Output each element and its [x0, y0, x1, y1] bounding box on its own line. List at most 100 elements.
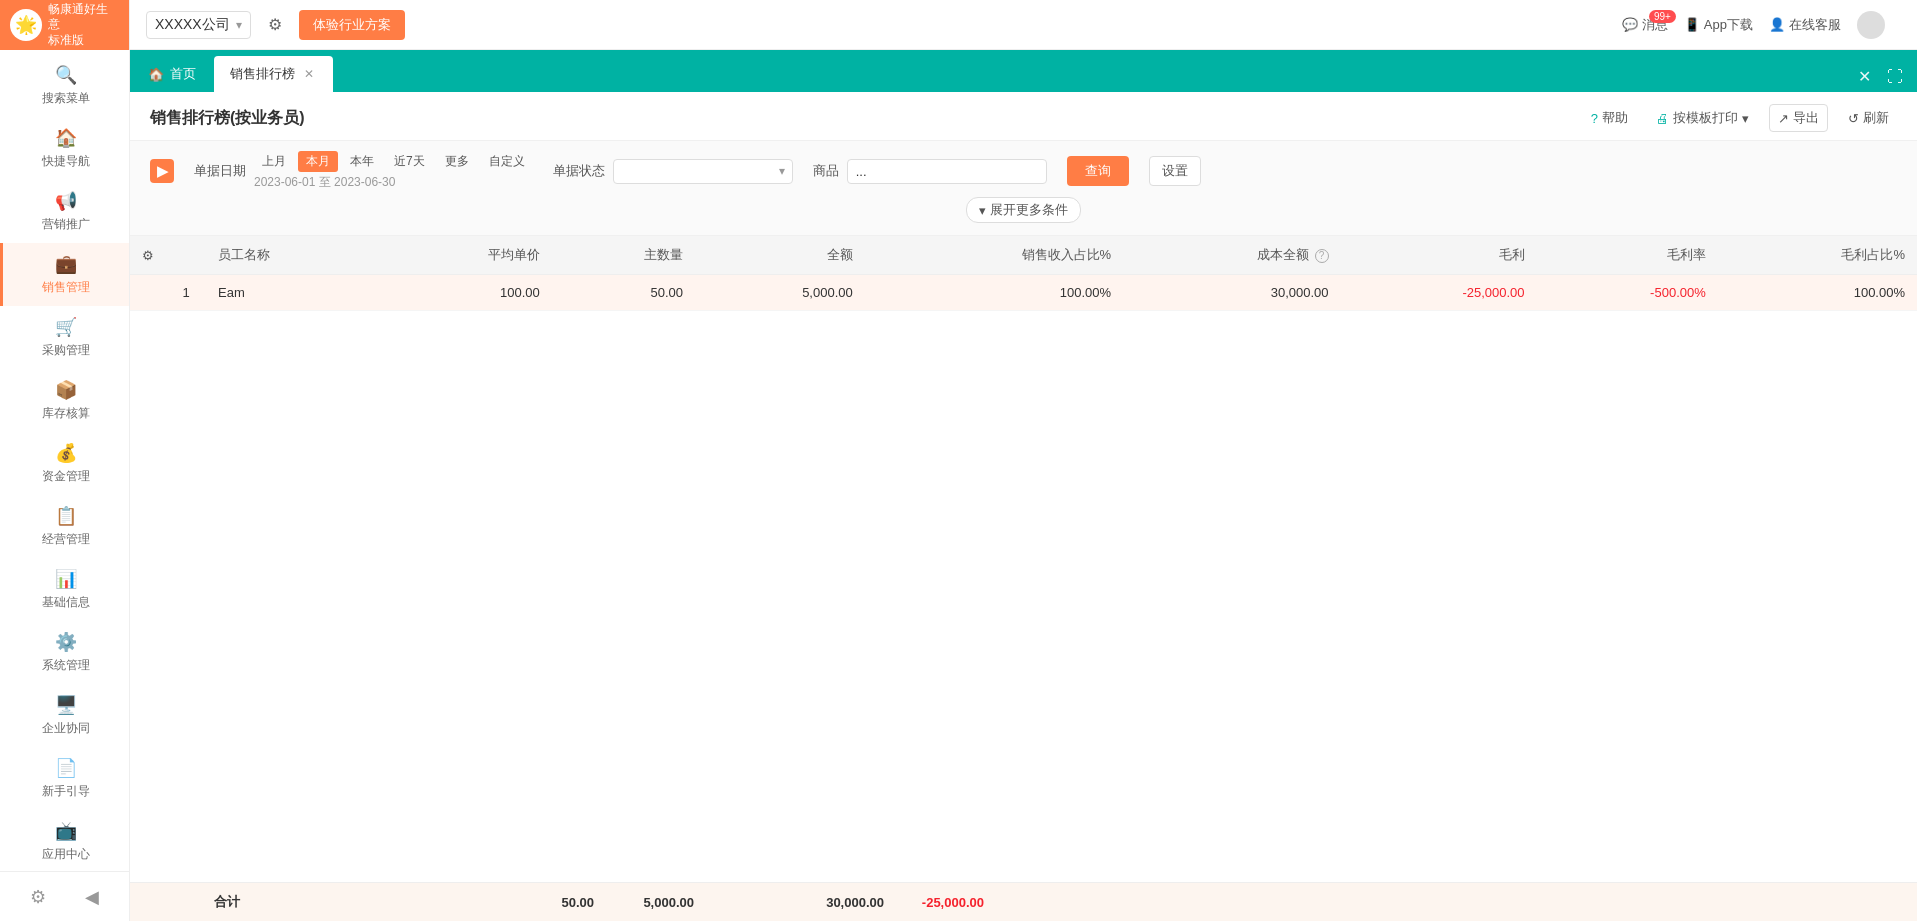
refresh-btn[interactable]: ↺ 刷新	[1840, 105, 1897, 131]
main-content: XXXXX公司 ▾ ⚙ 体验行业方案 💬 消息 99+ 📱 App下载 👤 在线…	[130, 0, 1917, 921]
topbar-settings-btn[interactable]: ⚙	[261, 11, 289, 39]
sidebar-item-3[interactable]: 💼销售管理	[0, 243, 129, 306]
page-settings-btn[interactable]: 设置	[1149, 156, 1201, 186]
row-gross-rate: -500.00%	[1537, 275, 1718, 311]
sidebar-item-icon-9: ⚙️	[55, 631, 77, 653]
filter-status-label: 单据状态	[553, 162, 605, 180]
sidebar-item-4[interactable]: 🛒采购管理	[0, 306, 129, 369]
filter-status-item: 单据状态	[553, 159, 793, 184]
col-avg-price: 平均单价	[379, 236, 552, 275]
content-area: 销售排行榜(按业务员) ? 帮助 🖨 按模板打印 ▾ ↗ 导出	[130, 92, 1917, 921]
filter-collapse-btn[interactable]: ▶	[150, 159, 174, 183]
tabbar-right: ✕ ⛶	[1854, 65, 1917, 92]
cost-hint-icon[interactable]: ?	[1315, 249, 1329, 263]
footer-gross: -25,000.00	[884, 895, 984, 910]
row-amount: 5,000.00	[695, 275, 865, 311]
company-chevron-icon: ▾	[236, 18, 242, 32]
filter-area: ▶ 单据日期 上月 本月 本年 近7天 更多 自定义	[130, 141, 1917, 236]
sidebar-item-icon-1: 🏠	[55, 127, 77, 149]
sidebar-item-6[interactable]: 💰 资金管理	[0, 432, 129, 495]
filter-row: ▶ 单据日期 上月 本月 本年 近7天 更多 自定义	[150, 151, 1897, 191]
sidebar-item-label-7: 经营管理	[42, 531, 90, 548]
company-selector[interactable]: XXXXX公司 ▾	[146, 11, 251, 39]
tab-sales-ranking[interactable]: 销售排行榜 ✕	[214, 56, 333, 92]
row-settings	[130, 275, 166, 311]
sidebar-item-icon-3: 💼	[55, 253, 77, 275]
date-options: 上月 本月 本年 近7天 更多 自定义	[254, 151, 533, 172]
col-rank	[166, 236, 206, 275]
sidebar-logo: 🌟 畅康通好生意 标准版	[0, 0, 129, 50]
refresh-icon: ↺	[1848, 111, 1859, 126]
sidebar-item-label-6: 资金管理	[42, 468, 90, 485]
date-year[interactable]: 本年	[342, 151, 382, 172]
industry-btn[interactable]: 体验行业方案	[299, 10, 405, 40]
footer-amount: 5,000.00	[594, 895, 694, 910]
tabbar-close-all-btn[interactable]: ✕	[1854, 65, 1875, 88]
sidebar-item-label-12: 应用中心	[42, 846, 90, 863]
help-btn[interactable]: ? 帮助	[1583, 105, 1636, 131]
sidebar-collapse-btn[interactable]: ◀	[81, 882, 103, 912]
table-header-row: ⚙ 员工名称 平均单价 主数量 全额 销售收入占比% 成本全额 ? 毛利	[130, 236, 1917, 275]
messages-btn[interactable]: 💬 消息 99+	[1622, 16, 1668, 34]
app-download-icon: 📱	[1684, 17, 1700, 32]
goods-input[interactable]	[847, 159, 1047, 184]
row-gross: -25,000.00	[1341, 275, 1537, 311]
row-sales-pct: 100.00%	[865, 275, 1123, 311]
date-prev-month[interactable]: 上月	[254, 151, 294, 172]
help-icon: ?	[1591, 111, 1598, 126]
avatar	[1857, 11, 1885, 39]
sidebar: 🌟 畅康通好生意 标准版 🔍搜索菜单 🏠 快捷导航 📢营销推广💼销售管理🛒采购管理📦库…	[0, 0, 130, 921]
tab-close-btn[interactable]: ✕	[301, 66, 317, 82]
sidebar-item-label-0: 搜索菜单	[42, 90, 90, 107]
col-cost: 成本全额 ?	[1123, 236, 1341, 275]
query-btn[interactable]: 查询	[1067, 156, 1129, 186]
sidebar-item-label-9: 系统管理	[42, 657, 90, 674]
sidebar-item-2[interactable]: 📢营销推广	[0, 180, 129, 243]
messages-badge: 99+	[1649, 10, 1676, 23]
table-footer: 合计 50.00 5,000.00 30,000.00 -25,000.00	[130, 882, 1917, 921]
expand-more-btn[interactable]: ▾ 展开更多条件	[966, 197, 1081, 223]
col-amount: 全额	[695, 236, 865, 275]
status-select[interactable]	[613, 159, 793, 184]
row-rank: 1	[166, 275, 206, 311]
page-actions: ? 帮助 🖨 按模板打印 ▾ ↗ 导出 ↺ 刷新	[1583, 104, 1897, 132]
filter-date-label: 单据日期	[194, 162, 246, 180]
sidebar-item-11[interactable]: 📄新手引导	[0, 747, 129, 810]
date-field-group: 上月 本月 本年 近7天 更多 自定义 2023-06-01 至 2023-06…	[254, 151, 533, 191]
footer-cost: 30,000.00	[784, 895, 884, 910]
sidebar-item-label-11: 新手引导	[42, 783, 90, 800]
sidebar-item-9[interactable]: ⚙️ 系统管理	[0, 621, 129, 684]
sidebar-footer: ⚙ ◀	[0, 871, 129, 921]
row-qty: 50.00	[552, 275, 695, 311]
online-service-btn[interactable]: 👤 在线客服	[1769, 16, 1841, 34]
tabbar-maximize-btn[interactable]: ⛶	[1883, 66, 1907, 88]
sidebar-item-label-1: 快捷导航	[42, 153, 90, 170]
tab-home[interactable]: 🏠 首页	[132, 56, 212, 92]
sidebar-settings-btn[interactable]: ⚙	[26, 882, 50, 912]
sidebar-item-0[interactable]: 🔍搜索菜单	[0, 54, 129, 117]
col-settings: ⚙	[130, 236, 166, 275]
sidebar-item-1[interactable]: 🏠 快捷导航	[0, 117, 129, 180]
row-employee: Eam	[206, 275, 379, 311]
print-chevron-icon: ▾	[1742, 111, 1749, 126]
date-7days[interactable]: 近7天	[386, 151, 433, 172]
sidebar-item-10[interactable]: 🖥️企业协同	[0, 684, 129, 747]
export-btn[interactable]: ↗ 导出	[1769, 104, 1828, 132]
sidebar-item-label-4: 采购管理	[42, 342, 90, 359]
sidebar-item-7[interactable]: 📋经营管理	[0, 495, 129, 558]
sidebar-item-icon-10: 🖥️	[55, 694, 77, 716]
sidebar-item-12[interactable]: 📺应用中心	[0, 810, 129, 871]
sidebar-item-icon-6: 💰	[55, 442, 77, 464]
sidebar-nav: 🔍搜索菜单 🏠 快捷导航 📢营销推广💼销售管理🛒采购管理📦库存核算 💰 资金管理 📋经营管理…	[0, 50, 129, 871]
template-print-btn[interactable]: 🖨 按模板打印 ▾	[1648, 105, 1757, 131]
date-more[interactable]: 更多	[437, 151, 477, 172]
filter-goods-item: 商品	[813, 159, 1047, 184]
sidebar-item-8[interactable]: 📊基础信息	[0, 558, 129, 621]
date-current-month[interactable]: 本月	[298, 151, 338, 172]
sidebar-item-5[interactable]: 📦库存核算	[0, 369, 129, 432]
date-custom[interactable]: 自定义	[481, 151, 533, 172]
row-gross-pct: 100.00%	[1718, 275, 1917, 311]
app-download-btn[interactable]: 📱 App下载	[1684, 16, 1753, 34]
filter-date-item: 单据日期 上月 本月 本年 近7天 更多 自定义 2023-06-01 至 20…	[194, 151, 533, 191]
row-avg-price: 100.00	[379, 275, 552, 311]
